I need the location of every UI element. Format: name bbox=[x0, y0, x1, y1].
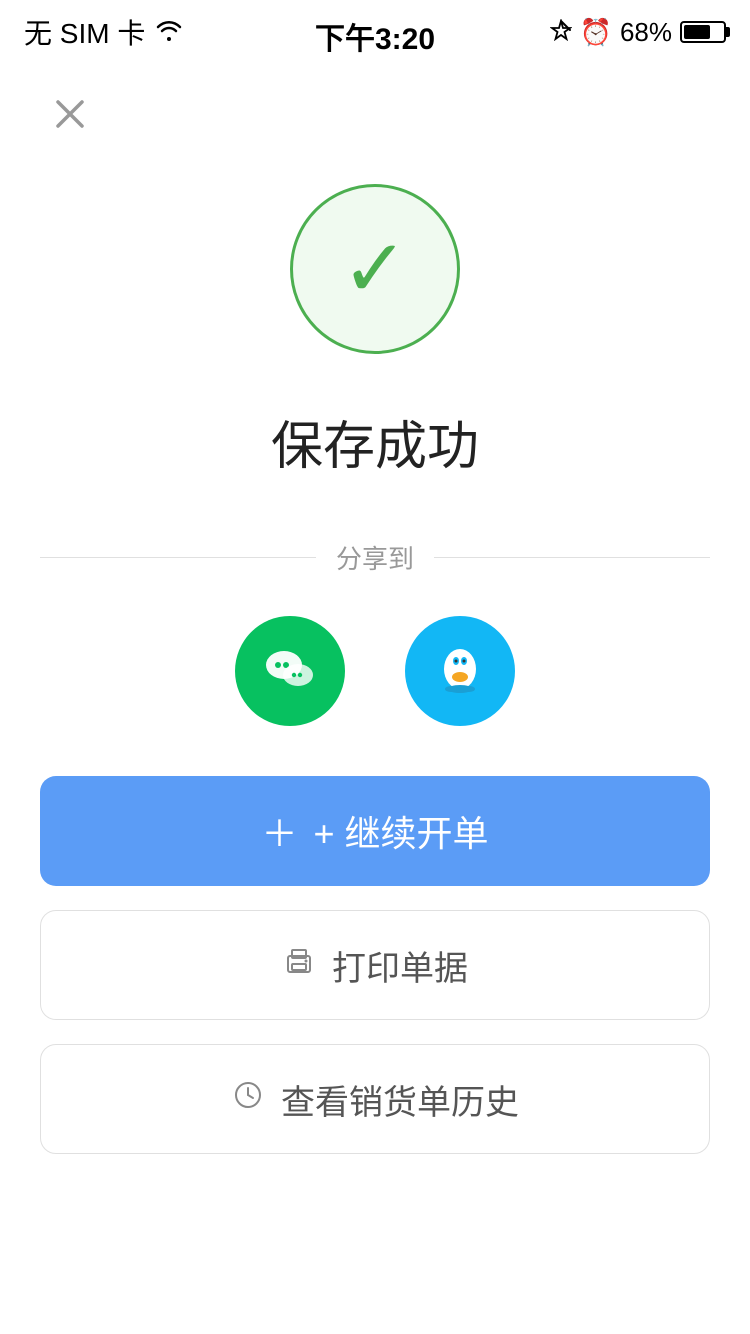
qq-share-button[interactable] bbox=[405, 616, 515, 726]
alarm-icon: ⏰ bbox=[580, 17, 612, 48]
print-label: 打印单据 bbox=[332, 941, 468, 990]
qq-icon bbox=[428, 639, 492, 703]
continue-label: + 继续开单 bbox=[313, 805, 488, 857]
checkmark-icon: ✓ bbox=[341, 229, 408, 309]
status-right: ⏰ 68% bbox=[550, 17, 726, 48]
close-icon bbox=[52, 96, 88, 132]
divider-right bbox=[434, 557, 710, 558]
battery-text: 68% bbox=[620, 17, 672, 48]
print-button[interactable]: 打印单据 bbox=[40, 910, 710, 1020]
continue-icon: ＋ bbox=[261, 805, 297, 857]
share-label: 分享到 bbox=[336, 539, 414, 576]
main-content: ✓ 保存成功 分享到 bbox=[0, 64, 750, 1174]
action-buttons: ＋ + 继续开单 打印单据 查看销货单 bbox=[40, 776, 710, 1154]
status-time: 下午3:20 bbox=[315, 14, 435, 58]
continue-button[interactable]: ＋ + 继续开单 bbox=[40, 776, 710, 886]
carrier-text: 无 SIM 卡 bbox=[24, 12, 145, 52]
wechat-icon bbox=[258, 639, 322, 703]
status-carrier: 无 SIM 卡 bbox=[24, 12, 183, 52]
success-title: 保存成功 bbox=[271, 404, 479, 479]
divider-left bbox=[40, 557, 316, 558]
status-bar: 无 SIM 卡 下午3:20 ⏰ 68% bbox=[0, 0, 750, 64]
share-icons bbox=[40, 616, 710, 726]
share-divider: 分享到 bbox=[40, 539, 710, 576]
location-icon bbox=[550, 17, 572, 48]
success-circle: ✓ bbox=[290, 184, 460, 354]
history-label: 查看销货单历史 bbox=[281, 1075, 519, 1124]
wechat-share-button[interactable] bbox=[235, 616, 345, 726]
wifi-icon bbox=[155, 16, 183, 48]
print-icon bbox=[282, 944, 316, 987]
history-button[interactable]: 查看销货单历史 bbox=[40, 1044, 710, 1154]
battery-icon bbox=[680, 21, 726, 43]
close-button[interactable] bbox=[40, 84, 100, 144]
history-icon bbox=[231, 1078, 265, 1121]
share-section: 分享到 bbox=[40, 539, 710, 726]
